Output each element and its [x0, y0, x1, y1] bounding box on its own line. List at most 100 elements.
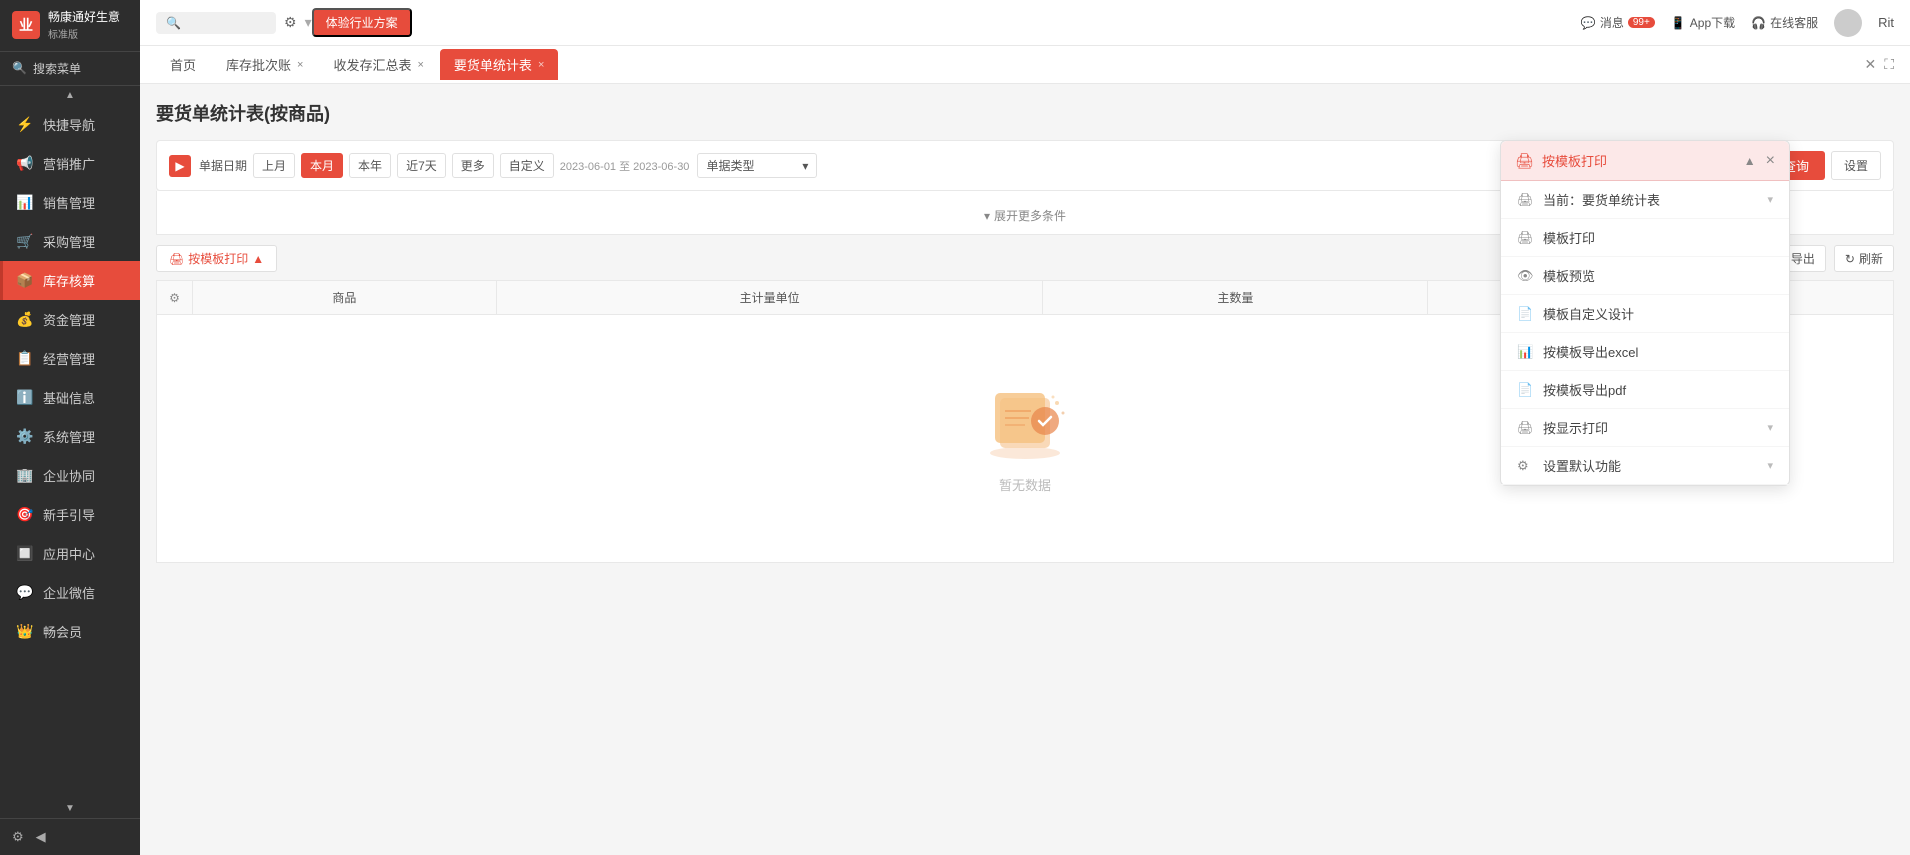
date-filter-group: 单据日期 上月 本月 本年 近7天 更多 自定义 2023-06-01 至 20…	[199, 153, 689, 178]
dropdown-display-print[interactable]: 🖨 按显示打印 ▾	[1501, 409, 1789, 447]
sidebar-item-enterprise[interactable]: 🏢 企业协同	[0, 456, 140, 495]
sidebar-item-label: 基础信息	[43, 388, 95, 407]
app-logo-icon: 业	[12, 11, 40, 39]
settings-btn[interactable]: 设置	[1831, 151, 1881, 180]
date-btn-custom[interactable]: 自定义	[500, 153, 554, 178]
template-print-label: 模板打印	[1543, 228, 1595, 247]
operation-icon: 📋	[15, 350, 35, 367]
dropdown-collapse-icon[interactable]: ▲	[1744, 154, 1756, 168]
refresh-btn[interactable]: ↻ 刷新	[1834, 245, 1894, 272]
marketing-icon: 📢	[15, 155, 35, 172]
table-col-product: 商品	[193, 281, 497, 315]
user-avatar[interactable]	[1834, 9, 1862, 37]
sidebar-item-system[interactable]: ⚙️ 系统管理	[0, 417, 140, 456]
tab-receipt-summary[interactable]: 收发存汇总表 ×	[319, 49, 437, 80]
sidebar-item-label: 企业微信	[43, 583, 95, 602]
print-dropdown-icon: ▲	[252, 252, 264, 266]
order-stats-tab-close[interactable]: ×	[538, 59, 544, 71]
sidebar-item-label: 新手引导	[43, 505, 95, 524]
window-maximize-btn[interactable]: ⛶	[1884, 56, 1894, 73]
sidebar-item-label: 快捷导航	[43, 115, 95, 134]
print-template-label: 按模板打印	[188, 250, 248, 267]
tabs-bar: 首页 库存批次账 × 收发存汇总表 × 要货单统计表 × ✕ ⛶	[140, 46, 1910, 84]
tab-home[interactable]: 首页	[156, 49, 210, 80]
expand-more-label: 展开更多条件	[994, 207, 1066, 224]
date-btn-7days[interactable]: 近7天	[397, 153, 446, 178]
dropdown-title-group: 🖨 按模板打印	[1515, 151, 1607, 170]
app-download-icon: 📱	[1671, 16, 1686, 30]
print-template-btn[interactable]: 🖨 按模板打印 ▲	[156, 245, 277, 272]
toolbar-expand-btn[interactable]: ▶	[169, 155, 191, 177]
sidebar-item-purchase[interactable]: 🛒 采购管理	[0, 222, 140, 261]
topbar-search[interactable]: 🔍	[156, 12, 276, 34]
message-btn[interactable]: 💬 消息 99+	[1581, 14, 1655, 31]
app-download-btn[interactable]: 📱 App下载	[1671, 14, 1735, 31]
dropdown-template-export-excel[interactable]: 📊 按模板导出excel	[1501, 333, 1789, 371]
dropdown-close-btn[interactable]: ×	[1766, 152, 1775, 170]
date-btn-cur-year[interactable]: 本年	[349, 153, 391, 178]
dropdown-set-default[interactable]: ⚙ 设置默认功能 ▾	[1501, 447, 1789, 485]
sidebar-item-label: 畅会员	[43, 622, 82, 641]
date-btn-prev-month[interactable]: 上月	[253, 153, 295, 178]
dropdown-current-template[interactable]: 🖨 当前：要货单统计表 ▾	[1501, 181, 1789, 219]
trial-btn[interactable]: 体验行业方案	[312, 8, 412, 37]
online-service-icon: 🎧	[1751, 16, 1766, 30]
topbar-settings-icon[interactable]: ⚙	[284, 14, 297, 31]
sidebar-item-label: 企业协同	[43, 466, 95, 485]
sidebar-item-quick-nav[interactable]: ⚡ 快捷导航	[0, 105, 140, 144]
tab-batch-account[interactable]: 库存批次账 ×	[212, 49, 317, 80]
dropdown-header: 🖨 按模板打印 ▲ ×	[1501, 141, 1789, 181]
topbar-dropdown-icon[interactable]: ▾	[305, 14, 312, 31]
sidebar-item-app-center[interactable]: 🔲 应用中心	[0, 534, 140, 573]
basic-icon: ℹ️	[15, 389, 35, 406]
sidebar-item-label: 库存核算	[43, 271, 95, 290]
template-design-label: 模板自定义设计	[1543, 304, 1634, 323]
online-service-label: 在线客服	[1770, 14, 1818, 31]
date-range: 2023-06-01 至 2023-06-30	[560, 158, 690, 174]
receipt-summary-tab-close[interactable]: ×	[417, 59, 423, 71]
dropdown-template-export-pdf[interactable]: 📄 按模板导出pdf	[1501, 371, 1789, 409]
sidebar-item-finance[interactable]: 💰 资金管理	[0, 300, 140, 339]
sidebar-scroll-down[interactable]: ▼	[0, 799, 140, 818]
online-service-btn[interactable]: 🎧 在线客服	[1751, 14, 1818, 31]
template-export-excel-icon: 📊	[1517, 344, 1533, 360]
tab-order-stats[interactable]: 要货单统计表 ×	[440, 49, 558, 80]
print-dropdown-panel: 🖨 按模板打印 ▲ × 🖨 当前：要货单统计表 ▾ 🖨 模板打印 👁 模板预览 …	[1500, 140, 1790, 486]
enterprise-icon: 🏢	[15, 467, 35, 484]
sidebar-item-label: 系统管理	[43, 427, 95, 446]
template-preview-label: 模板预览	[1543, 266, 1595, 285]
username: Rit	[1878, 15, 1894, 30]
table-settings-icon[interactable]: ⚙	[169, 291, 180, 305]
table-col-settings[interactable]: ⚙	[157, 281, 193, 315]
expand-more-icon: ▾	[984, 209, 990, 223]
sidebar-item-wechat[interactable]: 💬 企业微信	[0, 573, 140, 612]
order-type-filter[interactable]: 单据类型 ▾	[697, 153, 817, 178]
message-badge: 99+	[1628, 17, 1655, 28]
app-name: 畅康通好生意	[48, 10, 120, 26]
message-icon: 💬	[1581, 16, 1596, 30]
template-export-pdf-label: 按模板导出pdf	[1543, 380, 1626, 399]
sidebar-sound-btn[interactable]: ◀	[36, 829, 46, 845]
wechat-icon: 💬	[15, 584, 35, 601]
window-close-btn[interactable]: ✕	[1864, 56, 1876, 73]
dropdown-template-design[interactable]: 📄 模板自定义设计	[1501, 295, 1789, 333]
sidebar-item-member[interactable]: 👑 畅会员	[0, 612, 140, 651]
sidebar-item-operation[interactable]: 📋 经营管理	[0, 339, 140, 378]
date-btn-cur-month[interactable]: 本月	[301, 153, 343, 178]
order-type-dropdown-icon: ▾	[802, 159, 808, 173]
topbar-right: 💬 消息 99+ 📱 App下载 🎧 在线客服 Rit	[1581, 9, 1894, 37]
dropdown-template-print[interactable]: 🖨 模板打印	[1501, 219, 1789, 257]
purchase-icon: 🛒	[15, 233, 35, 250]
sidebar-item-guide[interactable]: 🎯 新手引导	[0, 495, 140, 534]
order-type-label: 单据类型	[706, 157, 754, 174]
batch-account-tab-close[interactable]: ×	[297, 59, 303, 71]
sidebar-search[interactable]: 🔍 搜索菜单	[0, 52, 140, 86]
sidebar-item-marketing[interactable]: 📢 营销推广	[0, 144, 140, 183]
sidebar-item-basic[interactable]: ℹ️ 基础信息	[0, 378, 140, 417]
sidebar-item-sales[interactable]: 📊 销售管理	[0, 183, 140, 222]
date-btn-more[interactable]: 更多	[452, 153, 494, 178]
sidebar-item-inventory[interactable]: 📦 库存核算	[0, 261, 140, 300]
dropdown-template-preview[interactable]: 👁 模板预览	[1501, 257, 1789, 295]
sidebar-settings-btn[interactable]: ⚙	[12, 829, 24, 845]
sidebar-scroll-up[interactable]: ▲	[0, 86, 140, 105]
